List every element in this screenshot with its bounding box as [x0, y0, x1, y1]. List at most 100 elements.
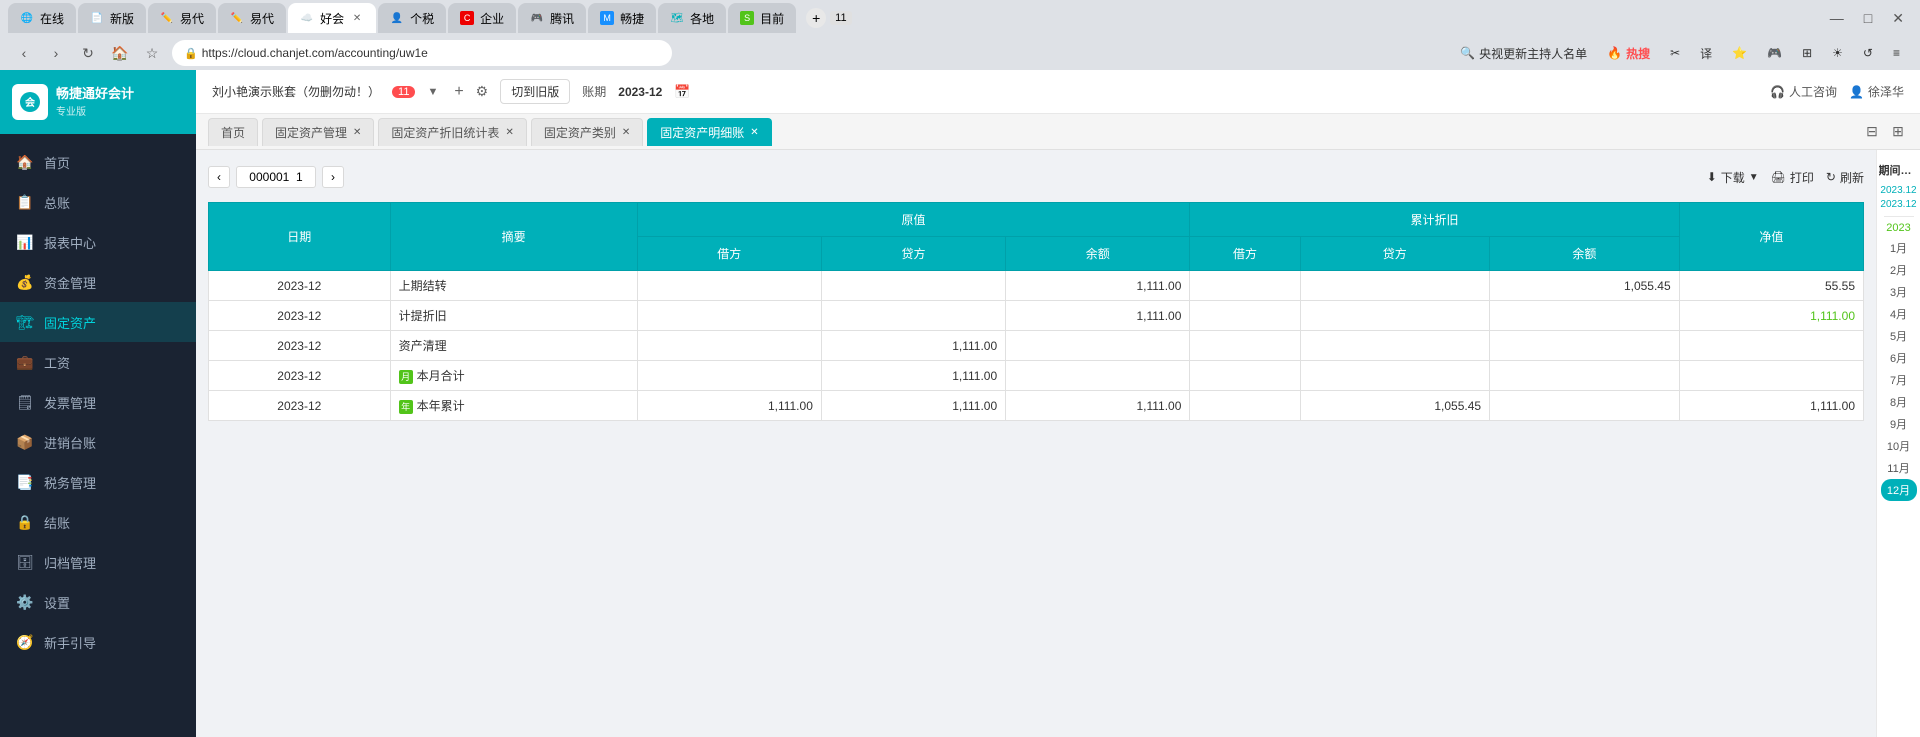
browser-tab-haokuaiji[interactable]: ☁️ 好会 ✕	[288, 3, 376, 33]
period-month-9[interactable]: 9月	[1881, 413, 1917, 435]
period-month-6[interactable]: 6月	[1881, 347, 1917, 369]
period-month-8[interactable]: 8月	[1881, 391, 1917, 413]
print-button[interactable]: 🖨 打印	[1771, 169, 1814, 186]
sidebar-item-home[interactable]: 🏠 首页	[0, 142, 196, 182]
tab-fixed-asset-mgmt[interactable]: 固定资产管理 ✕	[262, 118, 374, 146]
browser-tab-yidai1[interactable]: ✏️ 易代	[148, 3, 216, 33]
tab-favicon-new: 📄	[90, 11, 104, 25]
ssl-icon: 🔒	[184, 47, 198, 60]
minimize-button[interactable]: —	[1822, 10, 1852, 26]
customer-service-button[interactable]: 🎧 人工咨询	[1770, 83, 1837, 100]
cell-orig-debit-5: 1,111.00	[637, 391, 821, 421]
tab-fixed-asset-category[interactable]: 固定资产类别 ✕	[531, 118, 643, 146]
sidebar-item-invoice[interactable]: 🗒 发票管理	[0, 382, 196, 422]
history-tool[interactable]: ↺	[1855, 40, 1881, 66]
scissors-tool[interactable]: ✂	[1662, 40, 1688, 66]
translate-tool[interactable]: 译	[1692, 40, 1720, 66]
header-dropdown-icon[interactable]: ▼	[427, 86, 438, 98]
menu-tool[interactable]: ≡	[1885, 40, 1908, 66]
page-tabs: 首页 固定资产管理 ✕ 固定资产折旧统计表 ✕ 固定资产类别 ✕ 固定资产明细账…	[196, 114, 1920, 150]
period-year[interactable]: 2023	[1886, 219, 1910, 237]
period-month-1[interactable]: 1月	[1881, 237, 1917, 259]
pager-next-button[interactable]: ›	[322, 166, 344, 188]
browser-tab-online[interactable]: 🌐 在线	[8, 3, 76, 33]
theme-tool[interactable]: ☀	[1824, 40, 1851, 66]
browser-tab-changjie[interactable]: M 畅捷	[588, 3, 656, 33]
sidebar-item-payroll[interactable]: 💼 工资	[0, 342, 196, 382]
sidebar-item-ledger[interactable]: 📋 总账	[0, 182, 196, 222]
tab-fixed-asset-ledger[interactable]: 固定资产明细账 ✕	[647, 118, 771, 146]
table-row: 2023-12 上期结转 1,111.00 1,055.45 55.55	[209, 271, 1864, 301]
new-tab-button[interactable]: +	[806, 8, 826, 28]
browser-tab-tencent[interactable]: 🎮 腾讯	[518, 3, 586, 33]
refresh-button[interactable]: ↻ 刷新	[1826, 169, 1864, 186]
pager-prev-button[interactable]: ‹	[208, 166, 230, 188]
ledger-icon: 📋	[16, 193, 34, 211]
period-selected-date-1: 2023.12	[1880, 184, 1916, 198]
window-controls: — □ ✕	[1822, 10, 1912, 27]
bookmark-button[interactable]: ☆	[140, 41, 164, 65]
sidebar-item-reports[interactable]: 📊 报表中心	[0, 222, 196, 262]
customer-service-label: 人工咨询	[1789, 83, 1837, 100]
period-month-2[interactable]: 2月	[1881, 259, 1917, 281]
tab-minimize-button[interactable]: ⊟	[1862, 122, 1882, 142]
tab-depreciation-stat-close[interactable]: ✕	[505, 127, 513, 138]
sidebar-item-guide[interactable]: 🧭 新手引导	[0, 622, 196, 662]
tab-close-haokuaiji[interactable]: ✕	[350, 11, 364, 25]
sidebar-item-close[interactable]: 🔒 结账	[0, 502, 196, 542]
browser-tab-new[interactable]: 📄 新版	[78, 3, 146, 33]
header-add-button[interactable]: +	[454, 83, 463, 101]
browser-tab-qiye[interactable]: C 企业	[448, 3, 516, 33]
tab-fixed-asset-mgmt-close[interactable]: ✕	[353, 127, 361, 138]
star-tool[interactable]: ⭐	[1724, 40, 1755, 66]
tab-fixed-asset-category-close[interactable]: ✕	[622, 127, 630, 138]
user-profile-button[interactable]: 👤 徐泽华	[1849, 83, 1904, 100]
tab-home[interactable]: 首页	[208, 118, 258, 146]
reload-button[interactable]: ↻	[76, 41, 100, 65]
tab-label-changjie: 畅捷	[620, 10, 644, 27]
switch-version-button[interactable]: 切到旧版	[500, 79, 570, 104]
period-month-11[interactable]: 11月	[1881, 457, 1917, 479]
pager-input[interactable]	[236, 166, 316, 188]
download-dropdown-icon[interactable]: ▼	[1749, 172, 1759, 183]
grid-tool[interactable]: ⊞	[1794, 40, 1820, 66]
hot-search-btn[interactable]: 🔥 热搜	[1599, 40, 1658, 66]
sidebar-item-tax[interactable]: 📑 税务管理	[0, 462, 196, 502]
home-button[interactable]: 🏠	[108, 41, 132, 65]
tab-maximize-button[interactable]: ⊞	[1888, 122, 1908, 142]
browser-tab-muqian[interactable]: S 目前	[728, 3, 796, 33]
period-month-4[interactable]: 4月	[1881, 303, 1917, 325]
sidebar-item-funds[interactable]: 💰 资金管理	[0, 262, 196, 302]
browser-tab-yidai2[interactable]: ✏️ 易代	[218, 3, 286, 33]
sidebar-item-fixed-assets[interactable]: 🏗 固定资产	[0, 302, 196, 342]
forward-button[interactable]: ›	[44, 41, 68, 65]
search-tool[interactable]: 🔍 央视更新主持人名单	[1452, 40, 1595, 66]
sidebar-item-archive[interactable]: 🗄 归档管理	[0, 542, 196, 582]
url-bar[interactable]: 🔒 https://cloud.chanjet.com/accounting/u…	[172, 40, 672, 66]
game-tool[interactable]: 🎮	[1759, 40, 1790, 66]
inventory-icon: 📦	[16, 433, 34, 451]
calendar-icon[interactable]: 📅	[674, 84, 690, 100]
period-month-7[interactable]: 7月	[1881, 369, 1917, 391]
tab-fixed-asset-ledger-close[interactable]: ✕	[750, 127, 758, 138]
tab-depreciation-stat[interactable]: 固定资产折旧统计表 ✕	[378, 118, 526, 146]
period-month-12[interactable]: 12月	[1881, 479, 1917, 501]
header-settings-icon[interactable]: ⚙	[476, 83, 489, 100]
browser-tab-gedi[interactable]: 🗺 各地	[658, 3, 726, 33]
search-icon: 🔍	[1460, 46, 1475, 60]
back-button[interactable]: ‹	[12, 41, 36, 65]
period-month-3[interactable]: 3月	[1881, 281, 1917, 303]
maximize-button[interactable]: □	[1856, 10, 1880, 26]
period-month-5[interactable]: 5月	[1881, 325, 1917, 347]
sidebar-label-invoice: 发票管理	[44, 393, 96, 412]
sidebar-item-settings[interactable]: ⚙️ 设置	[0, 582, 196, 622]
sidebar-item-inventory[interactable]: 📦 进销台账	[0, 422, 196, 462]
browser-tab-geshui[interactable]: 👤 个税	[378, 3, 446, 33]
close-button[interactable]: ✕	[1884, 10, 1912, 27]
sidebar-label-tax: 税务管理	[44, 473, 96, 492]
cell-acc-balance-4	[1490, 361, 1680, 391]
tab-label-online: 在线	[40, 10, 64, 27]
cell-acc-credit-5: 1,055.45	[1300, 391, 1490, 421]
download-button[interactable]: ⬇ 下载 ▼	[1707, 169, 1759, 186]
period-month-10[interactable]: 10月	[1881, 435, 1917, 457]
